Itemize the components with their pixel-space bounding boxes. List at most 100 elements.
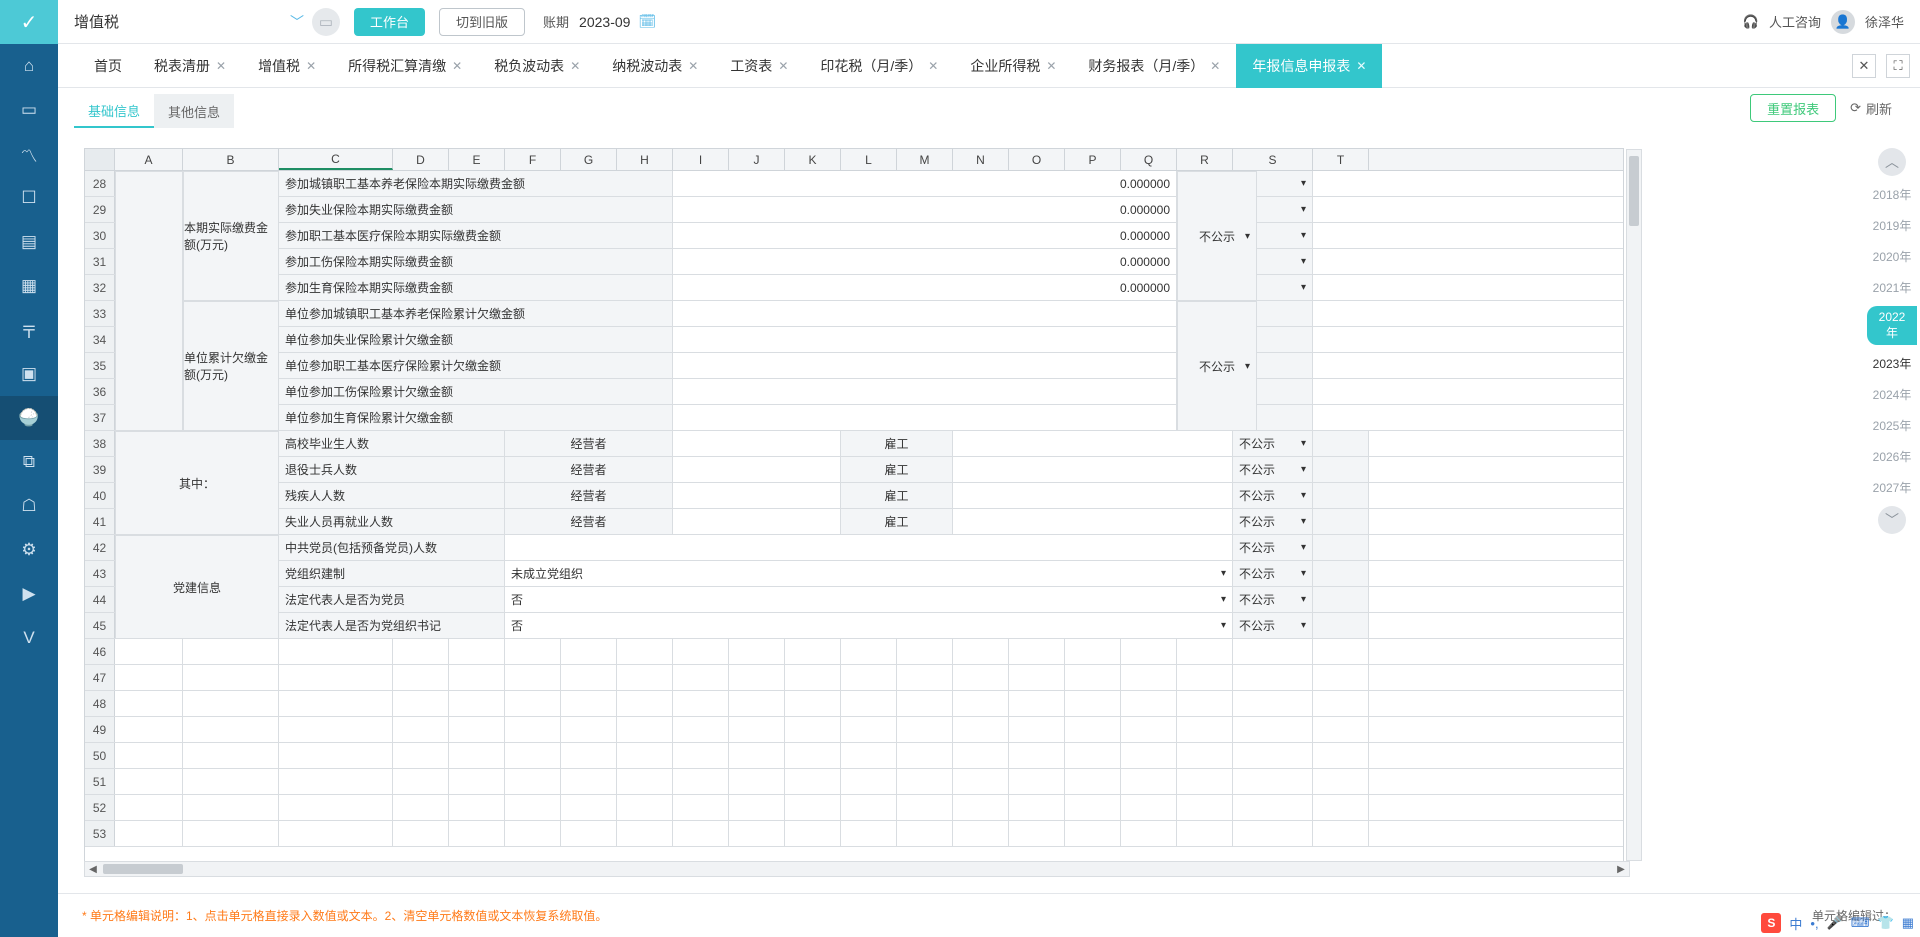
col-G[interactable]: G (561, 149, 617, 170)
col-L[interactable]: L (841, 149, 897, 170)
year-2022年[interactable]: 2022年 (1867, 306, 1917, 345)
tab-3[interactable]: 所得税汇算清缴✕ (332, 44, 478, 88)
col-R[interactable]: R (1177, 149, 1233, 170)
tab-8[interactable]: 企业所得税✕ (954, 44, 1072, 88)
nav-copy-icon[interactable]: ⧉ (0, 440, 58, 484)
col-P[interactable]: P (1065, 149, 1121, 170)
switch-version-button[interactable]: 切到旧版 (439, 8, 525, 36)
col-K[interactable]: K (785, 149, 841, 170)
row-header[interactable]: 38 (85, 431, 115, 456)
year-2024年[interactable]: 2024年 (1873, 382, 1912, 407)
col-E[interactable]: E (449, 149, 505, 170)
refresh-button[interactable]: ⟳ 刷新 (1850, 99, 1892, 118)
merged-cell[interactable]: 单位累计欠缴金额(万元) (183, 301, 279, 431)
ime-mic-icon[interactable]: 🎤 (1827, 915, 1843, 931)
h-scroll-left-icon[interactable]: ◀ (85, 862, 101, 876)
nav-v-icon[interactable]: V (0, 616, 58, 660)
year-2019年[interactable]: 2019年 (1873, 213, 1912, 238)
nav-play-icon[interactable]: ▶ (0, 572, 58, 616)
col-B[interactable]: B (183, 149, 279, 170)
tab-2[interactable]: 增值税✕ (242, 44, 332, 88)
row-header[interactable]: 42 (85, 535, 115, 560)
grid-body[interactable]: 28参加城镇职工基本养老保险本期实际缴费金额0.000000▾29参加失业保险本… (85, 171, 1623, 847)
tab-close-icon[interactable]: ✕ (452, 59, 462, 73)
nav-calc-icon[interactable]: ▦ (0, 264, 58, 308)
col-O[interactable]: O (1009, 149, 1065, 170)
vertical-scrollbar[interactable] (1626, 149, 1642, 861)
year-2021年[interactable]: 2021年 (1873, 275, 1912, 300)
tab-close-icon[interactable]: ✕ (778, 59, 788, 73)
row-header[interactable]: 46 (85, 639, 115, 664)
period-value[interactable]: 2023-09 (579, 14, 630, 30)
col-A[interactable]: A (115, 149, 183, 170)
nav-gear-icon[interactable]: ⚙ (0, 528, 58, 572)
nav-chart-icon[interactable]: 〽 (0, 132, 58, 176)
ime-keyboard-icon[interactable]: ⌨ (1851, 915, 1870, 931)
year-2026年[interactable]: 2026年 (1873, 444, 1912, 469)
col-N[interactable]: N (953, 149, 1009, 170)
row-header[interactable]: 50 (85, 743, 115, 768)
v-scroll-thumb[interactable] (1629, 156, 1639, 226)
col-Q[interactable]: Q (1121, 149, 1177, 170)
col-D[interactable]: D (393, 149, 449, 170)
row-header[interactable]: 49 (85, 717, 115, 742)
row-header[interactable]: 51 (85, 769, 115, 794)
avatar[interactable]: 👤 (1831, 10, 1855, 34)
tab-close-icon[interactable]: ✕ (928, 59, 938, 73)
col-H[interactable]: H (617, 149, 673, 170)
reset-button[interactable]: 重置报表 (1750, 94, 1836, 122)
row-header[interactable]: 45 (85, 613, 115, 638)
col-T[interactable]: T (1313, 149, 1369, 170)
sogou-icon[interactable]: S (1761, 913, 1781, 933)
ime-punct-icon[interactable]: •, (1810, 916, 1818, 931)
consult-link[interactable]: 人工咨询 (1769, 12, 1821, 31)
h-scroll-right-icon[interactable]: ▶ (1613, 862, 1629, 876)
tab-5[interactable]: 纳税波动表✕ (596, 44, 714, 88)
year-2025年[interactable]: 2025年 (1873, 413, 1912, 438)
tab-10[interactable]: 年报信息申报表✕ (1236, 44, 1382, 88)
nav-inbox-icon[interactable]: ☖ (0, 484, 58, 528)
col-S[interactable]: S (1233, 149, 1313, 170)
close-all-tabs-button[interactable]: ✕ (1852, 54, 1876, 78)
col-J[interactable]: J (729, 149, 785, 170)
year-2023年[interactable]: 2023年 (1873, 351, 1912, 376)
row-header[interactable]: 47 (85, 665, 115, 690)
row-header[interactable]: 44 (85, 587, 115, 612)
row-header[interactable]: 33 (85, 301, 115, 326)
tab-1[interactable]: 税表清册✕ (138, 44, 242, 88)
row-header[interactable]: 34 (85, 327, 115, 352)
tab-close-icon[interactable]: ✕ (688, 59, 698, 73)
nav-tax-icon[interactable]: 〒 (0, 308, 58, 352)
nav-grid-icon[interactable]: ▣ (0, 352, 58, 396)
subtab-other[interactable]: 其他信息 (154, 94, 234, 128)
year-up-icon[interactable]: ︿ (1878, 148, 1906, 176)
col-C[interactable]: C (279, 149, 393, 170)
merged-cell[interactable]: 不公示▾ (1177, 301, 1257, 431)
app-logo[interactable]: ✓ (0, 0, 58, 44)
tab-close-icon[interactable]: ✕ (570, 59, 580, 73)
username[interactable]: 徐泽华 (1865, 12, 1904, 31)
record-icon[interactable]: ▭ (312, 8, 340, 36)
tab-close-icon[interactable]: ✕ (216, 59, 226, 73)
row-header[interactable]: 53 (85, 821, 115, 846)
nav-bowl-icon[interactable]: 🍚 (0, 396, 58, 440)
expand-button[interactable]: ⛶ (1886, 54, 1910, 78)
tab-close-icon[interactable]: ✕ (306, 59, 316, 73)
row-header[interactable]: 37 (85, 405, 115, 430)
module-selector[interactable]: 增值税 ﹀ (74, 11, 304, 32)
year-2018年[interactable]: 2018年 (1873, 182, 1912, 207)
ime-lang[interactable]: 中 (1789, 914, 1802, 933)
ime-toolbox-icon[interactable]: ▦ (1902, 915, 1914, 931)
row-header[interactable]: 52 (85, 795, 115, 820)
tab-7[interactable]: 印花税（月/季）✕ (804, 44, 954, 88)
merged-cell[interactable]: 党建信息 (115, 535, 279, 639)
tab-close-icon[interactable]: ✕ (1356, 59, 1366, 73)
row-header[interactable]: 30 (85, 223, 115, 248)
col-I[interactable]: I (673, 149, 729, 170)
nav-doc-icon[interactable]: ▭ (0, 88, 58, 132)
row-header[interactable]: 40 (85, 483, 115, 508)
merged-cell[interactable]: 其中： (115, 431, 279, 535)
tab-4[interactable]: 税负波动表✕ (478, 44, 596, 88)
tab-close-icon[interactable]: ✕ (1046, 59, 1056, 73)
tab-0[interactable]: 首页 (78, 44, 138, 88)
